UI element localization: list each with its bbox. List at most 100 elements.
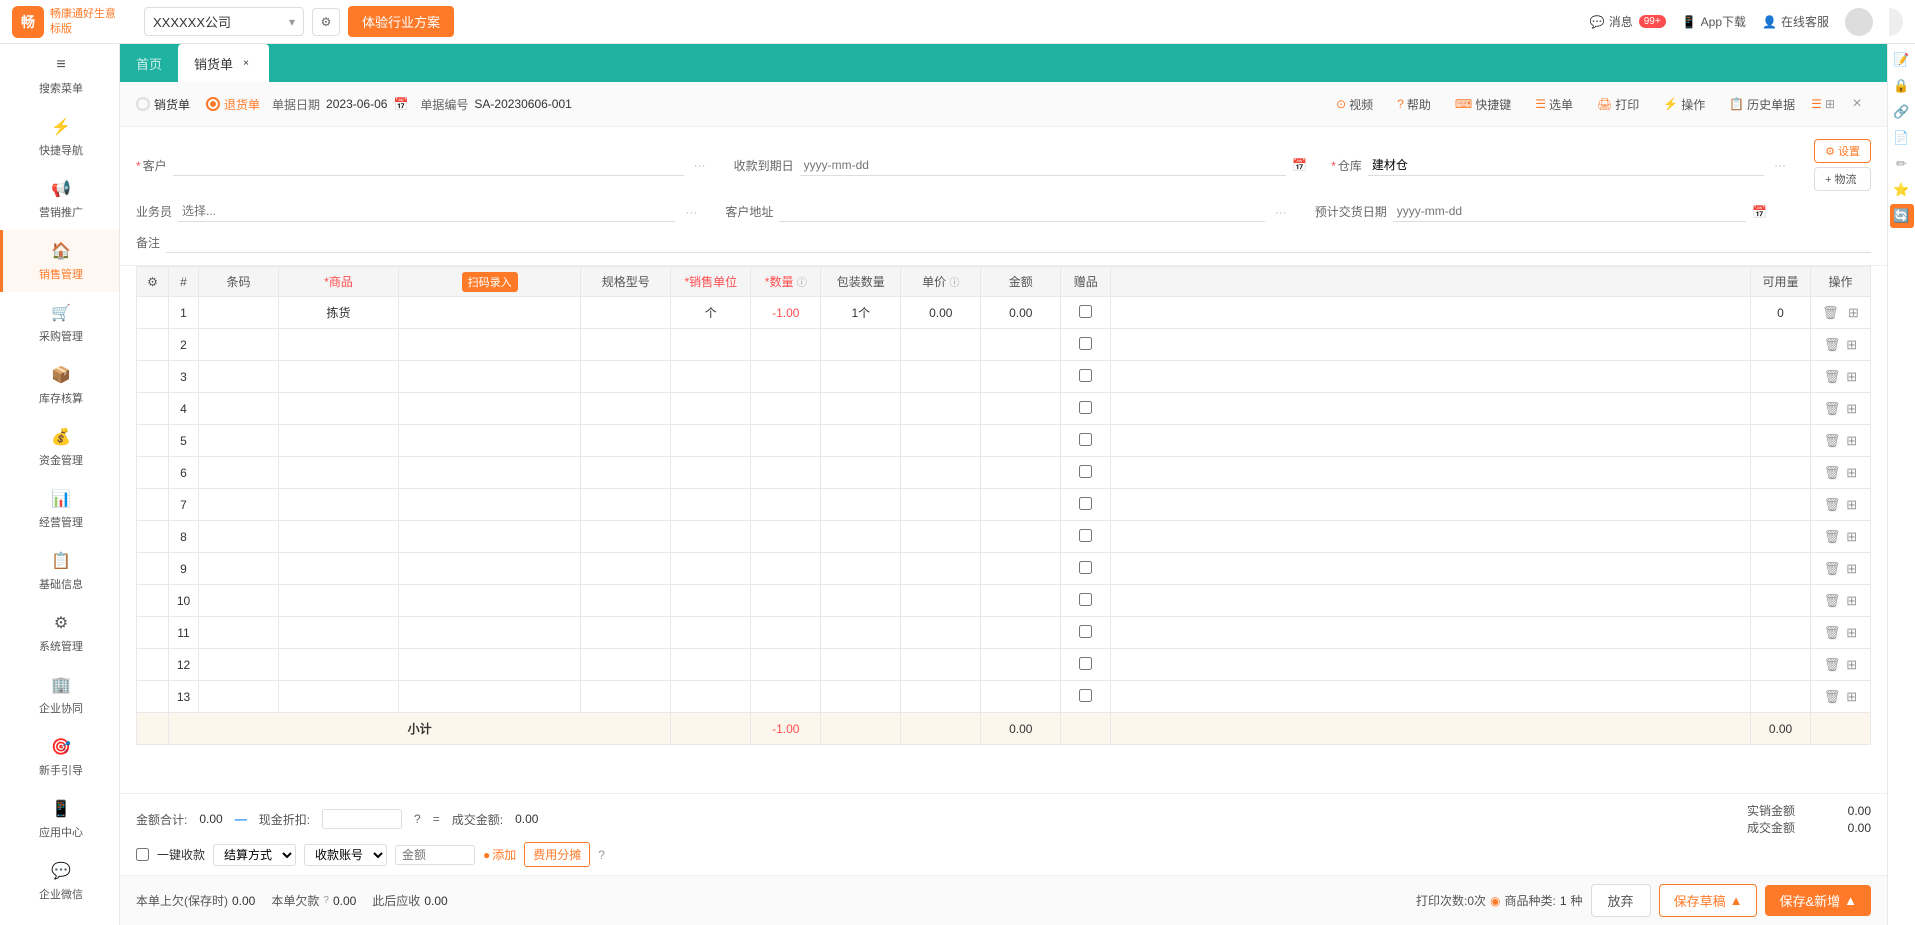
help-btn[interactable]: ? 帮助 (1389, 94, 1439, 115)
row-gift[interactable] (1061, 393, 1111, 425)
shortcut-btn[interactable]: ⌨ 快捷键 (1447, 94, 1519, 115)
right-tool-edit[interactable]: ✏ (1890, 152, 1914, 176)
col-header-settings[interactable]: ⚙ (137, 267, 169, 297)
expected-date-calendar-icon[interactable]: 📅 (1752, 205, 1767, 219)
copy-icon[interactable]: ⊞ (1845, 303, 1862, 322)
sidebar-item-search-order[interactable]: ≡ 搜索菜单 (0, 44, 119, 106)
sidebar-item-app-center[interactable]: 📱 应用中心 (0, 788, 119, 850)
customer-input[interactable] (173, 155, 684, 176)
row-gift[interactable] (1061, 361, 1111, 393)
sidebar-item-operations[interactable]: 📊 经营管理 (0, 478, 119, 540)
save-draft-button[interactable]: 保存草稿 ▲ (1659, 884, 1758, 917)
sidebar-item-purchase[interactable]: 🛒 采购管理 (0, 292, 119, 354)
select-btn[interactable]: ☰ 选单 (1527, 94, 1581, 115)
expense-btn[interactable]: 费用分摊 (524, 842, 590, 867)
row-gift[interactable] (1061, 585, 1111, 617)
history-btn[interactable]: 📋 历史单据 (1721, 94, 1803, 115)
view-grid-icon[interactable]: ⊞ (1825, 97, 1835, 111)
avatar[interactable] (1845, 8, 1873, 36)
delete-icon[interactable]: 🗑 (1821, 687, 1844, 706)
calendar-icon[interactable]: 📅 (393, 97, 408, 111)
right-tool-notes[interactable]: 📝 (1890, 48, 1914, 72)
salesperson-dots-btn[interactable]: ··· (681, 205, 701, 219)
arrears-question-icon[interactable]: ? (323, 895, 329, 906)
settings-icon[interactable]: ⚙ (312, 8, 340, 36)
row-gift[interactable] (1061, 489, 1111, 521)
copy-icon[interactable]: ⊞ (1843, 527, 1860, 546)
row-gift[interactable] (1061, 329, 1111, 361)
sidebar-item-quick-nav[interactable]: ⚡ 快捷导航 (0, 106, 119, 168)
add-payment-btn[interactable]: ● 添加 (483, 846, 516, 863)
save-new-button[interactable]: 保存&新增 ▲ (1765, 885, 1871, 916)
copy-icon[interactable]: ⊞ (1843, 687, 1860, 706)
app-download-btn[interactable]: 📱 App下载 (1682, 13, 1746, 30)
delete-icon[interactable]: 🗑 (1821, 623, 1844, 642)
delete-icon[interactable]: 🗑 (1821, 335, 1844, 354)
payment-method-select[interactable]: 结算方式 (213, 844, 296, 866)
copy-icon[interactable]: ⊞ (1843, 655, 1860, 674)
customer-addr-input[interactable] (779, 201, 1264, 222)
question-icon[interactable]: ? (414, 812, 421, 826)
copy-icon[interactable]: ⊞ (1843, 463, 1860, 482)
expense-question-icon[interactable]: ? (598, 848, 605, 862)
delete-icon[interactable]: 🗑 (1821, 495, 1844, 514)
tab-home[interactable]: 首页 (120, 44, 178, 82)
delete-icon[interactable]: 🗑 (1821, 559, 1844, 578)
row-gift[interactable] (1061, 457, 1111, 489)
delete-icon[interactable]: 🗑 (1821, 463, 1844, 482)
copy-icon[interactable]: ⊞ (1843, 591, 1860, 610)
copy-icon[interactable]: ⊞ (1843, 559, 1860, 578)
sales-radio[interactable]: 销货单 (136, 96, 190, 113)
col-header-scan[interactable]: 扫码录入 (399, 267, 581, 297)
warehouse-dots-btn[interactable]: ··· (1770, 158, 1790, 172)
payment-amount-input[interactable] (395, 845, 475, 865)
message-btn[interactable]: 💬 消息 99+ (1590, 13, 1666, 30)
delete-icon[interactable]: 🗑 (1819, 303, 1842, 322)
tab-sales-order[interactable]: 销货单 × (178, 44, 269, 82)
customer-dots-btn[interactable]: ··· (690, 158, 710, 172)
copy-icon[interactable]: ⊞ (1843, 495, 1860, 514)
row-gift[interactable] (1061, 553, 1111, 585)
sidebar-item-guide[interactable]: 🎯 新手引导 (0, 726, 119, 788)
print-btn[interactable]: 🖨 打印 (1589, 94, 1647, 115)
delete-icon[interactable]: 🗑 (1821, 367, 1844, 386)
abandon-button[interactable]: 放弃 (1591, 884, 1651, 917)
expected-date-input[interactable] (1393, 201, 1746, 222)
payment-account-select[interactable]: 收款账号 (304, 844, 387, 866)
remark-input[interactable] (166, 232, 1871, 253)
sidebar-item-wechat[interactable]: 💬 企业微信 (0, 850, 119, 912)
company-selector[interactable]: XXXXXX公司 ▾ (144, 7, 304, 36)
copy-icon[interactable]: ⊞ (1843, 623, 1860, 642)
sidebar-item-vip[interactable]: V 畅会员 (0, 912, 119, 925)
payment-date-input[interactable] (800, 155, 1287, 176)
delete-icon[interactable]: 🗑 (1821, 399, 1844, 418)
sidebar-item-finance[interactable]: 💰 资金管理 (0, 416, 119, 478)
logistics-button[interactable]: + 物流 (1814, 167, 1871, 191)
video-btn[interactable]: ⊙ 视频 (1328, 94, 1381, 115)
payment-date-calendar-icon[interactable]: 📅 (1292, 158, 1307, 172)
copy-icon[interactable]: ⊞ (1843, 367, 1860, 386)
delete-icon[interactable]: 🗑 (1821, 431, 1844, 450)
sidebar-item-inventory[interactable]: 📦 库存核算 (0, 354, 119, 416)
scan-button[interactable]: 扫码录入 (462, 272, 518, 292)
online-service-btn[interactable]: 👤 在线客服 (1762, 13, 1829, 30)
row-gift[interactable] (1061, 617, 1111, 649)
delete-icon[interactable]: 🗑 (1821, 591, 1844, 610)
copy-icon[interactable]: ⊞ (1843, 335, 1860, 354)
right-tool-active[interactable]: 🔄 (1890, 204, 1914, 228)
trial-button[interactable]: 体验行业方案 (348, 6, 454, 37)
operation-btn[interactable]: ⚡ 操作 (1655, 94, 1713, 115)
copy-icon[interactable]: ⊞ (1843, 431, 1860, 450)
settings-button[interactable]: ⚙ 设置 (1814, 139, 1871, 163)
right-tool-star[interactable]: ⭐ (1890, 178, 1914, 202)
row-gift[interactable] (1061, 297, 1111, 329)
right-tool-doc[interactable]: 📄 (1890, 126, 1914, 150)
view-list-icon[interactable]: ☰ (1811, 97, 1822, 111)
return-radio[interactable]: 退货单 (206, 96, 260, 113)
right-tool-link[interactable]: 🔗 (1890, 100, 1914, 124)
sidebar-item-enterprise[interactable]: 🏢 企业协同 (0, 664, 119, 726)
row-gift[interactable] (1061, 681, 1111, 713)
row-gift[interactable] (1061, 521, 1111, 553)
one-click-checkbox[interactable] (136, 848, 149, 861)
sidebar-item-basic-info[interactable]: 📋 基础信息 (0, 540, 119, 602)
